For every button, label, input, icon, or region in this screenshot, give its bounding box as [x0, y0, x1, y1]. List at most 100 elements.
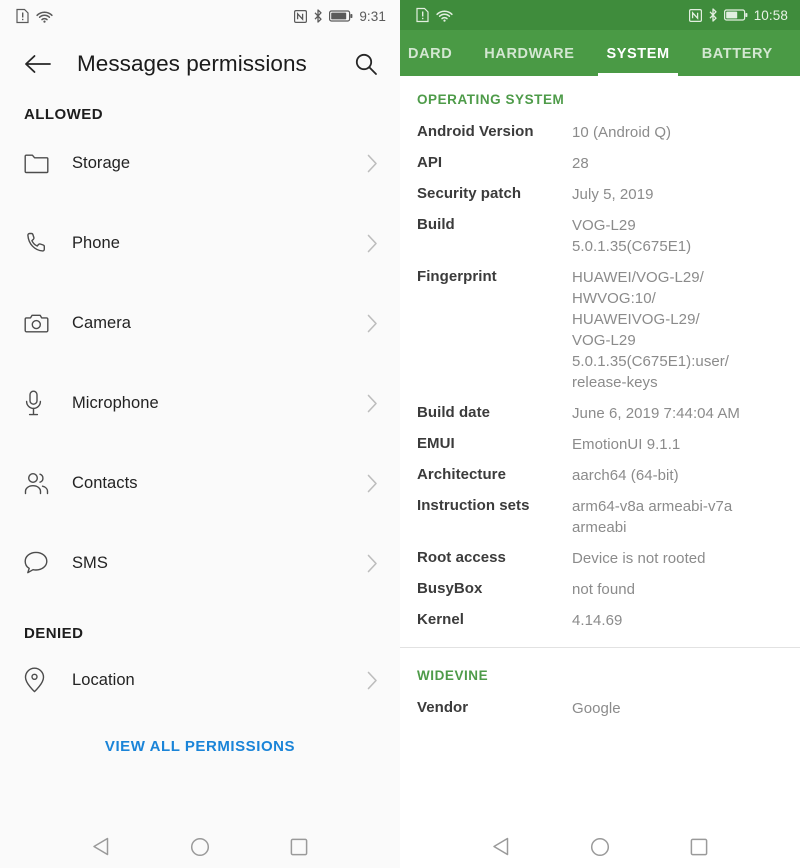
list-item-label: Phone — [72, 233, 120, 252]
system-info-content[interactable]: OPERATING SYSTEM Android Version 10 (And… — [400, 76, 800, 868]
table-row: Vendor Google — [400, 693, 800, 724]
bluetooth-icon — [313, 9, 323, 23]
wifi-icon — [36, 9, 53, 23]
chevron-right-icon — [367, 314, 378, 333]
list-item[interactable]: Camera — [0, 283, 400, 363]
chevron-right-icon — [367, 394, 378, 413]
row-label: Security patch — [417, 185, 522, 202]
list-item[interactable]: Microphone — [0, 363, 400, 443]
home-circle-icon[interactable] — [579, 826, 621, 868]
home-circle-icon[interactable] — [179, 826, 221, 868]
row-value: 10 (Android Q) — [572, 124, 672, 141]
right-phone-screen: 10:58 DARD HARDWARE SYSTEM BATTERY NETWO… — [400, 0, 800, 868]
row-label: EMUI — [417, 435, 455, 452]
status-bar-right-icons: 9:31 — [294, 9, 386, 24]
sms-icon — [24, 551, 52, 575]
row-label: API — [417, 154, 443, 171]
denied-permissions-list: Location — [0, 642, 400, 718]
page-title: Messages permissions — [77, 51, 307, 76]
status-bar-left-icons — [416, 7, 453, 23]
list-item[interactable]: Storage — [0, 123, 400, 203]
row-label: Android Version — [417, 123, 534, 140]
list-item-label: Contacts — [72, 473, 138, 492]
row-value: Device is not rooted — [572, 550, 706, 567]
tab-system[interactable]: SYSTEM — [590, 46, 685, 76]
row-label: Vendor — [417, 699, 469, 716]
list-item-label: Microphone — [72, 393, 159, 412]
row-value: 28 — [572, 155, 589, 172]
list-item[interactable]: Location — [0, 642, 400, 718]
view-all-permissions-button[interactable]: VIEW ALL PERMISSIONS — [0, 738, 400, 755]
arrow-back-icon[interactable] — [24, 53, 51, 75]
bluetooth-icon — [708, 8, 718, 22]
left-app-bar: Messages permissions — [0, 32, 400, 96]
row-label: Build date — [417, 404, 491, 421]
search-icon[interactable] — [354, 52, 378, 76]
table-row: Android Version 10 (Android Q) — [400, 117, 800, 148]
status-bar-left-icons — [16, 8, 53, 24]
wifi-icon — [436, 8, 453, 22]
table-row: Instruction sets arm64-v8a armeabi-v7a a… — [400, 491, 800, 543]
row-label: Instruction sets — [417, 497, 530, 514]
contacts-icon — [24, 472, 52, 495]
folder-icon — [24, 153, 52, 174]
chevron-right-icon — [367, 554, 378, 573]
row-value: not found — [572, 581, 636, 598]
table-row: Build VOG-L29 5.0.1.35(C675E1) — [400, 210, 800, 262]
row-label: Architecture — [417, 466, 506, 483]
tab-bar: DARD HARDWARE SYSTEM BATTERY NETWO — [400, 30, 800, 76]
list-item-label: Camera — [72, 313, 131, 332]
back-triangle-icon[interactable] — [480, 826, 522, 868]
recents-square-icon[interactable] — [678, 826, 720, 868]
row-label: Root access — [417, 549, 506, 566]
row-value: HUAWEI/VOG-L29/ HWVOG:10/ HUAWEIVOG-L29/… — [572, 269, 730, 391]
list-item[interactable]: Phone — [0, 203, 400, 283]
table-row: Build date June 6, 2019 7:44:04 AM — [400, 398, 800, 429]
back-triangle-icon[interactable] — [80, 826, 122, 868]
microphone-icon — [24, 390, 52, 416]
allowed-permissions-list: Storage Phone Camera Microphone Contacts… — [0, 123, 400, 603]
left-navigation-bar — [0, 825, 400, 868]
tab-dashboard[interactable]: DARD — [400, 46, 468, 76]
table-row: Fingerprint HUAWEI/VOG-L29/ HWVOG:10/ HU… — [400, 262, 800, 398]
tab-hardware[interactable]: HARDWARE — [468, 46, 590, 76]
camera-icon — [24, 313, 52, 334]
chevron-right-icon — [367, 154, 378, 173]
sim-alert-icon — [416, 7, 429, 23]
row-value: Google — [572, 700, 621, 717]
table-row: API 28 — [400, 148, 800, 179]
row-label: Kernel — [417, 611, 464, 628]
right-status-bar: 10:58 — [400, 0, 800, 30]
chevron-right-icon — [367, 234, 378, 253]
list-item[interactable]: SMS — [0, 523, 400, 603]
group-title-widevine: WIDEVINE — [417, 668, 489, 683]
row-value: arm64-v8a armeabi-v7a armeabi — [572, 498, 733, 536]
list-item[interactable]: Contacts — [0, 443, 400, 523]
left-phone-screen: 9:31 Messages permissions ALLOWED Storag… — [0, 0, 400, 868]
left-status-time: 9:31 — [359, 8, 386, 24]
list-item-label: SMS — [72, 553, 108, 572]
nfc-icon — [688, 8, 702, 22]
tab-battery[interactable]: BATTERY — [686, 46, 789, 76]
table-row: Security patch July 5, 2019 — [400, 179, 800, 210]
section-header-denied: DENIED — [24, 625, 84, 642]
table-row: BusyBox not found — [400, 574, 800, 605]
table-row: Architecture aarch64 (64-bit) — [400, 460, 800, 491]
recents-square-icon[interactable] — [278, 826, 320, 868]
row-label: Fingerprint — [417, 268, 497, 285]
tab-network[interactable]: NETWO — [789, 46, 800, 76]
row-label: Build — [417, 216, 455, 233]
row-label: BusyBox — [417, 580, 483, 597]
row-value: VOG-L29 5.0.1.35(C675E1) — [572, 217, 692, 255]
status-bar-right-icons: 10:58 — [688, 7, 788, 23]
list-item-label: Storage — [72, 153, 131, 172]
row-value: EmotionUI 9.1.1 — [572, 436, 681, 453]
location-icon — [24, 667, 52, 693]
dual-screenshot-container: 9:31 Messages permissions ALLOWED Storag… — [0, 0, 800, 868]
left-status-bar: 9:31 — [0, 0, 400, 32]
right-status-time: 10:58 — [753, 7, 788, 23]
row-value: aarch64 (64-bit) — [572, 467, 679, 484]
list-item-label: Location — [72, 670, 135, 689]
row-value: June 6, 2019 7:44:04 AM — [572, 405, 740, 422]
table-row: Kernel 4.14.69 — [400, 605, 800, 636]
